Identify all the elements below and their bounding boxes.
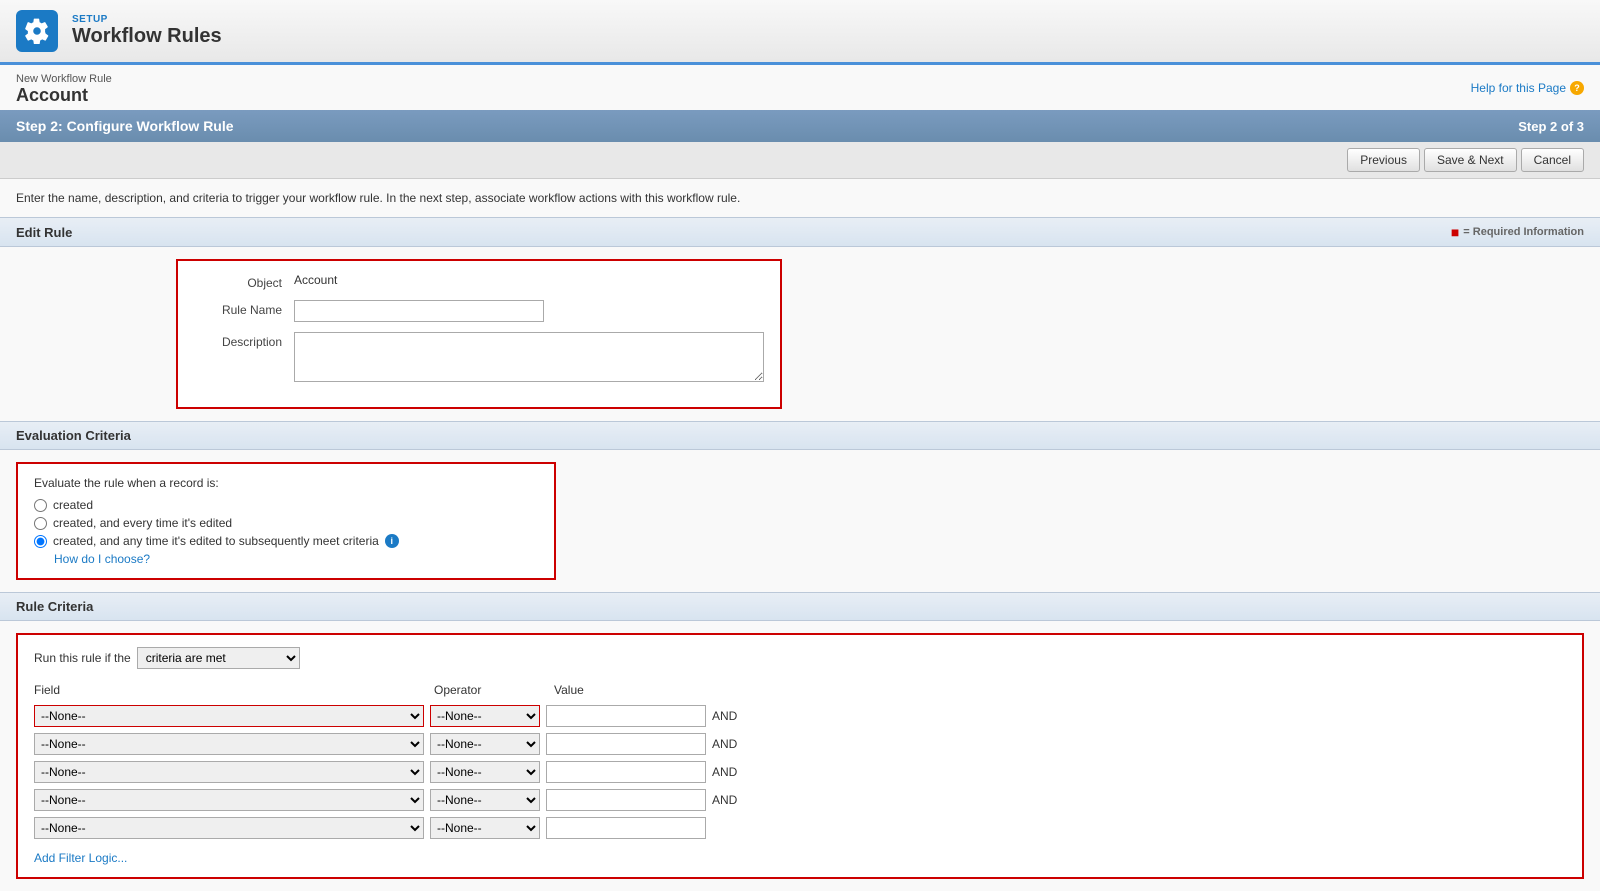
and-label-3: AND [712, 765, 742, 779]
eval-section-header: Evaluation Criteria [0, 421, 1600, 450]
criteria-row-5: --None-- --None-- [34, 817, 1566, 839]
gear-icon [24, 18, 50, 44]
operator-select-3[interactable]: --None-- [430, 761, 540, 783]
add-filter-logic-link[interactable]: Add Filter Logic... [34, 851, 127, 865]
criteria-row-2: --None-- --None-- AND [34, 733, 1566, 755]
radio-created-label: created [53, 498, 93, 512]
help-text: Help for this Page [1471, 81, 1566, 95]
criteria-row-4: --None-- --None-- AND [34, 789, 1566, 811]
step-title: Step 2: Configure Workflow Rule [16, 118, 234, 134]
rule-criteria-title: Rule Criteria [16, 599, 93, 614]
required-info: ■ = Required Information [1451, 224, 1584, 240]
description-row: Description [194, 332, 764, 385]
toolbar: Previous Save & Next Cancel [0, 142, 1600, 179]
setup-label: SETUP [72, 14, 222, 25]
account-title: Account [16, 85, 112, 106]
rule-criteria-box: Run this rule if the criteria are met fo… [16, 633, 1584, 879]
and-label-1: AND [712, 709, 742, 723]
value-input-2[interactable] [546, 733, 706, 755]
page-header-row: New Workflow Rule Account Help for this … [0, 65, 1600, 110]
operator-select-5[interactable]: --None-- [430, 817, 540, 839]
edit-rule-title: Edit Rule [16, 225, 72, 240]
radio-created-edited-label: created, and every time it's edited [53, 516, 232, 530]
header-text: SETUP Workflow Rules [72, 14, 222, 48]
page-header-left: New Workflow Rule Account [16, 73, 112, 106]
radio-meet-criteria-row: created, and any time it's edited to sub… [34, 534, 538, 548]
info-icon: i [385, 534, 399, 548]
and-label-2: AND [712, 737, 742, 751]
required-info-text: = Required Information [1463, 226, 1584, 238]
cancel-button[interactable]: Cancel [1521, 148, 1584, 172]
eval-box: Evaluate the rule when a record is: crea… [16, 462, 556, 580]
rule-name-value [294, 300, 764, 322]
value-input-5[interactable] [546, 817, 706, 839]
help-link[interactable]: Help for this Page ? [1471, 81, 1584, 95]
radio-created[interactable] [34, 499, 47, 512]
description-textarea[interactable] [294, 332, 764, 382]
edit-rule-section-header: Edit Rule ■ = Required Information [0, 217, 1600, 247]
run-rule-select[interactable]: criteria are met formula evaluates to tr… [137, 647, 300, 669]
previous-button[interactable]: Previous [1347, 148, 1420, 172]
operator-select-2[interactable]: --None-- [430, 733, 540, 755]
how-choose-link[interactable]: How do I choose? [54, 552, 538, 566]
field-select-1[interactable]: --None-- [34, 705, 424, 727]
criteria-row-1: --None-- --None-- AND [34, 705, 1566, 727]
eval-title: Evaluation Criteria [16, 428, 131, 443]
object-label: Object [194, 273, 294, 290]
object-row: Object Account [194, 273, 764, 290]
field-select-2[interactable]: --None-- [34, 733, 424, 755]
criteria-table-header: Field Operator Value [34, 683, 1566, 701]
page-header: SETUP Workflow Rules [0, 0, 1600, 65]
value-col-header: Value [554, 683, 734, 697]
rule-criteria-area: Run this rule if the criteria are met fo… [0, 621, 1600, 891]
app-title: Workflow Rules [72, 25, 222, 48]
step-header: Step 2: Configure Workflow Rule Step 2 o… [0, 110, 1600, 142]
operator-select-4[interactable]: --None-- [430, 789, 540, 811]
radio-meet-criteria[interactable] [34, 535, 47, 548]
field-select-3[interactable]: --None-- [34, 761, 424, 783]
run-rule-row: Run this rule if the criteria are met fo… [34, 647, 1566, 669]
radio-created-edited[interactable] [34, 517, 47, 530]
help-icon: ? [1570, 81, 1584, 95]
step-number: Step 2 of 3 [1518, 119, 1584, 134]
description-value [294, 332, 764, 385]
field-select-5[interactable]: --None-- [34, 817, 424, 839]
value-input-4[interactable] [546, 789, 706, 811]
edit-rule-form-area: Object Account Rule Name Description [0, 247, 1600, 421]
eval-area: Evaluate the rule when a record is: crea… [0, 450, 1600, 592]
value-input-3[interactable] [546, 761, 706, 783]
new-workflow-label: New Workflow Rule [16, 73, 112, 85]
rule-name-row: Rule Name [194, 300, 764, 322]
required-dot: ■ [1451, 224, 1459, 240]
rule-criteria-section-header: Rule Criteria [0, 592, 1600, 621]
rule-name-label: Rule Name [194, 300, 294, 317]
description-label: Description [194, 332, 294, 349]
edit-rule-box: Object Account Rule Name Description [176, 259, 782, 409]
operator-select-1[interactable]: --None-- [430, 705, 540, 727]
and-label-4: AND [712, 793, 742, 807]
eval-label: Evaluate the rule when a record is: [34, 476, 538, 490]
radio-created-edited-row: created, and every time it's edited [34, 516, 538, 530]
field-col-header: Field [34, 683, 434, 697]
description-text: Enter the name, description, and criteri… [0, 179, 1600, 217]
main-container: New Workflow Rule Account Help for this … [0, 65, 1600, 891]
save-next-button[interactable]: Save & Next [1424, 148, 1517, 172]
value-input-1[interactable] [546, 705, 706, 727]
radio-meet-criteria-label: created, and any time it's edited to sub… [53, 534, 379, 548]
rule-name-input[interactable] [294, 300, 544, 322]
criteria-row-3: --None-- --None-- AND [34, 761, 1566, 783]
radio-created-row: created [34, 498, 538, 512]
object-value: Account [294, 273, 764, 287]
field-select-4[interactable]: --None-- [34, 789, 424, 811]
run-rule-prefix: Run this rule if the [34, 651, 131, 665]
operator-col-header: Operator [434, 683, 554, 697]
app-icon [16, 10, 58, 52]
